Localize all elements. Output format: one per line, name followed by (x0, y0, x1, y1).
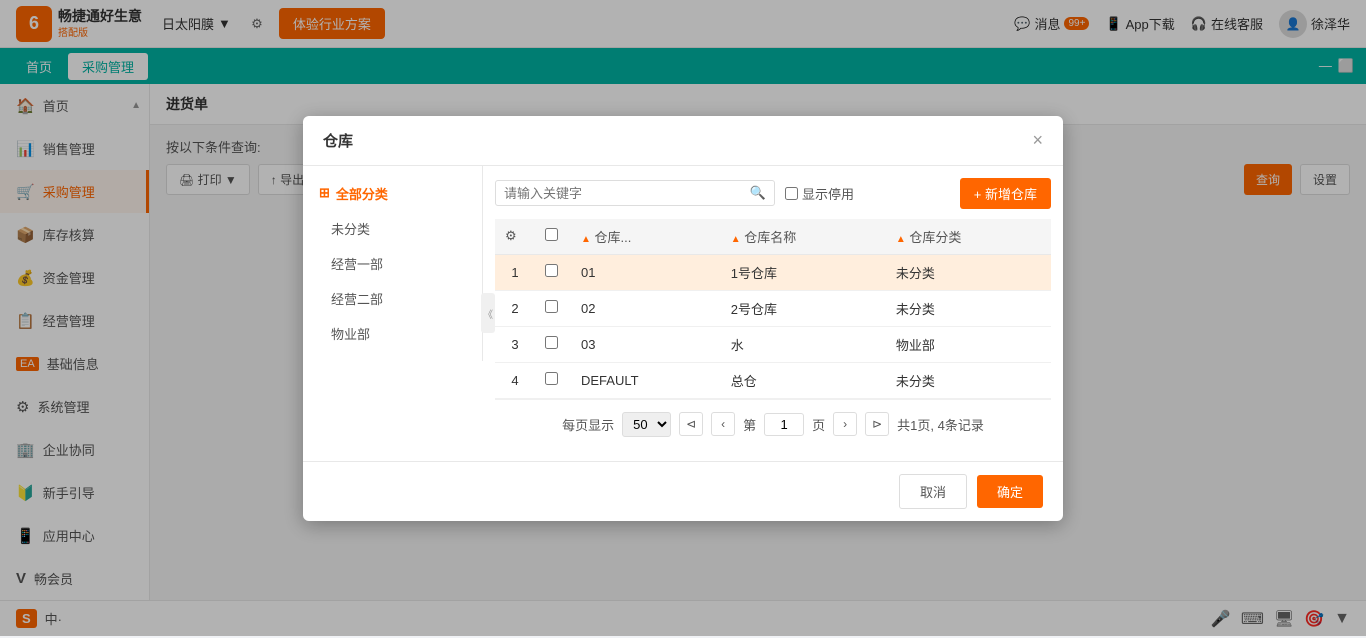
row-index: 2 (495, 290, 535, 326)
page-suffix: 页 (812, 415, 825, 434)
row-checkbox-2[interactable] (545, 300, 558, 313)
row-name: 2号仓库 (721, 290, 886, 326)
table-row[interactable]: 4 DEFAULT 总仓 未分类 (495, 362, 1051, 398)
category-panel: ⊞ 全部分类 未分类 经营一部 经营二部 物业部 (303, 166, 483, 361)
sort-code-icon: ▲ (581, 234, 591, 245)
th-category: ▲ 仓库分类 (886, 219, 1051, 255)
table-header: ⚙ ▲ 仓库... ▲ 仓库名称 ▲ 仓库分类 (495, 219, 1051, 255)
category-all[interactable]: ⊞ 全部分类 (303, 176, 482, 211)
page-next-btn[interactable]: › (833, 412, 857, 436)
cancel-btn[interactable]: 取消 (899, 474, 967, 509)
table-row[interactable]: 3 03 水 物业部 (495, 326, 1051, 362)
th-name: ▲ 仓库名称 (721, 219, 886, 255)
warehouse-modal: 仓库 × ⊞ 全部分类 未分类 经营一部 经营二部 物业部 《 (303, 116, 1063, 521)
page-number-input[interactable] (764, 413, 804, 436)
th-code: ▲ 仓库... (571, 219, 721, 255)
row-checkbox-4[interactable] (545, 372, 558, 385)
row-code: DEFAULT (571, 362, 721, 398)
row-code: 03 (571, 326, 721, 362)
page-first-btn[interactable]: ⊲ (679, 412, 703, 436)
row-category: 未分类 (886, 290, 1051, 326)
warehouse-table: ⚙ ▲ 仓库... ▲ 仓库名称 ▲ 仓库分类 1 01 (495, 219, 1051, 399)
page-prev-btn[interactable]: ‹ (711, 412, 735, 436)
pagination-bar: 每页显示 50 ⊲ ‹ 第 页 › ⊳ 共1页, 4条记录 (495, 399, 1051, 449)
row-category: 物业部 (886, 326, 1051, 362)
page-total: 共1页, 4条记录 (897, 415, 984, 434)
table-row[interactable]: 2 02 2号仓库 未分类 (495, 290, 1051, 326)
row-category: 未分类 (886, 254, 1051, 290)
table-body: 1 01 1号仓库 未分类 2 02 2号仓库 (495, 254, 1051, 398)
row-check (535, 362, 571, 398)
row-code: 02 (571, 290, 721, 326)
select-all-checkbox[interactable] (545, 228, 558, 241)
category-all-label: 全部分类 (336, 184, 388, 203)
show-disabled-checkbox[interactable]: 显示停用 (785, 184, 854, 203)
row-index: 3 (495, 326, 535, 362)
sort-name-icon: ▲ (731, 234, 741, 245)
row-index: 4 (495, 362, 535, 398)
modal-close-btn[interactable]: × (1032, 130, 1043, 151)
search-icon: 🔍 (750, 185, 766, 201)
search-row: 🔍 显示停用 + 新增仓库 (495, 178, 1051, 209)
table-container: ⚙ ▲ 仓库... ▲ 仓库名称 ▲ 仓库分类 1 01 (495, 219, 1051, 399)
modal-footer: 取消 确定 (303, 461, 1063, 521)
search-box: 🔍 (495, 180, 775, 206)
confirm-btn[interactable]: 确定 (977, 475, 1043, 508)
category-item-2[interactable]: 经营二部 (303, 281, 482, 316)
per-page-select[interactable]: 50 (622, 412, 671, 437)
modal-header: 仓库 × (303, 116, 1063, 166)
collapse-category-btn[interactable]: 《 (481, 293, 495, 333)
row-index: 1 (495, 254, 535, 290)
row-check (535, 326, 571, 362)
right-panel: 🔍 显示停用 + 新增仓库 ⚙ (483, 166, 1063, 461)
category-panel-wrapper: ⊞ 全部分类 未分类 经营一部 经营二部 物业部 《 (303, 166, 483, 461)
add-warehouse-btn[interactable]: + 新增仓库 (960, 178, 1051, 209)
th-check (535, 219, 571, 255)
row-name: 1号仓库 (721, 254, 886, 290)
page-label: 第 (743, 415, 756, 434)
show-disabled-check[interactable] (785, 187, 798, 200)
row-code: 01 (571, 254, 721, 290)
th-settings: ⚙ (495, 219, 535, 255)
category-item-3[interactable]: 物业部 (303, 316, 482, 351)
row-check (535, 254, 571, 290)
category-item-1[interactable]: 经营一部 (303, 246, 482, 281)
modal-body: ⊞ 全部分类 未分类 经营一部 经营二部 物业部 《 🔍 (303, 166, 1063, 461)
row-name: 水 (721, 326, 886, 362)
sort-cat-icon: ▲ (896, 234, 906, 245)
per-page-label: 每页显示 (562, 415, 614, 434)
row-category: 未分类 (886, 362, 1051, 398)
page-last-btn[interactable]: ⊳ (865, 412, 889, 436)
row-checkbox-1[interactable] (545, 264, 558, 277)
table-row[interactable]: 1 01 1号仓库 未分类 (495, 254, 1051, 290)
modal-title: 仓库 (323, 130, 353, 151)
modal-overlay: 仓库 × ⊞ 全部分类 未分类 经营一部 经营二部 物业部 《 (0, 0, 1366, 636)
grid-icon: ⊞ (319, 185, 330, 201)
row-name: 总仓 (721, 362, 886, 398)
search-input[interactable] (504, 186, 744, 201)
row-check (535, 290, 571, 326)
category-item-0[interactable]: 未分类 (303, 211, 482, 246)
show-disabled-label: 显示停用 (802, 184, 854, 203)
row-checkbox-3[interactable] (545, 336, 558, 349)
